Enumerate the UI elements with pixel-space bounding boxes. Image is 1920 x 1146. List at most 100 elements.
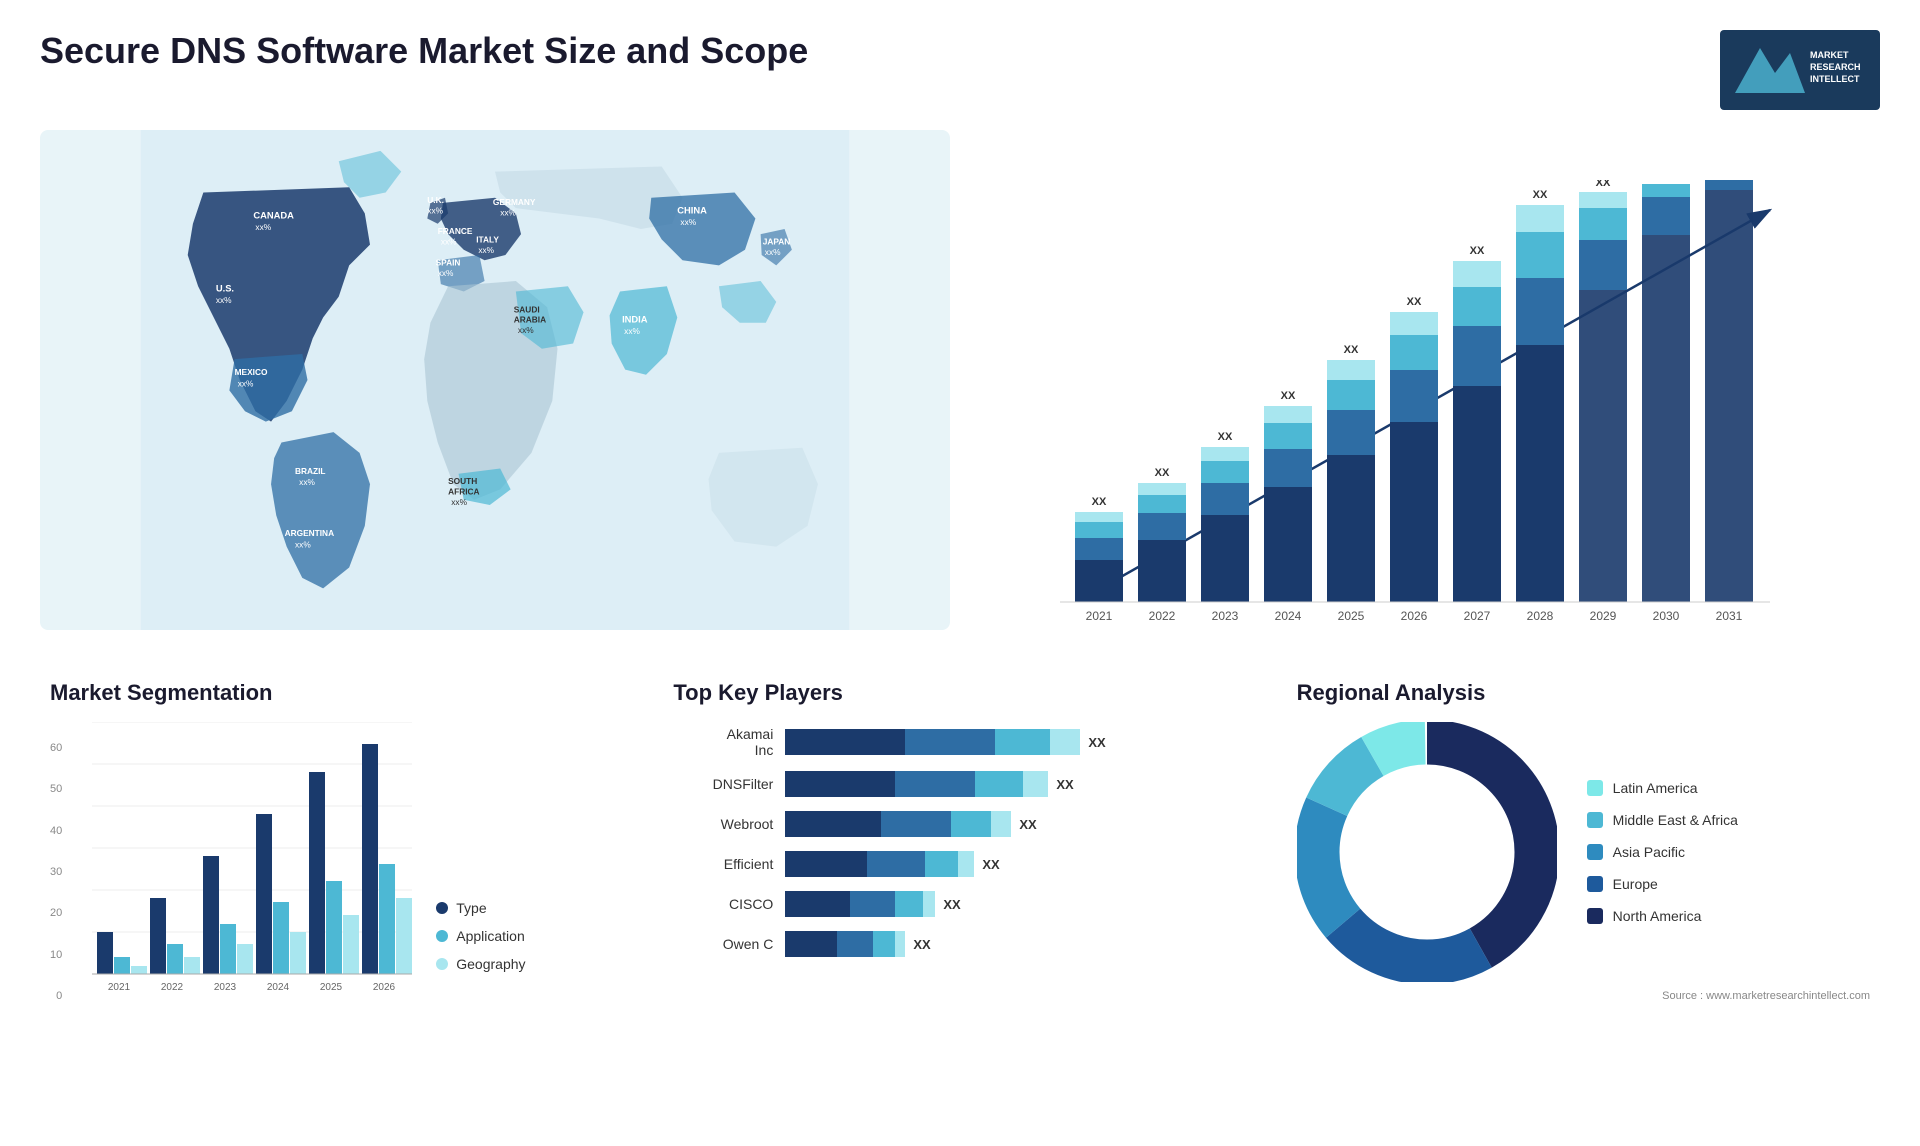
player-row-dnsfilter: DNSFilter XX (673, 770, 1246, 798)
svg-text:SPAIN: SPAIN (436, 257, 461, 267)
svg-text:ARGENTINA: ARGENTINA (285, 528, 335, 538)
regional-section: Regional Analysis (1287, 670, 1880, 1012)
regional-title: Regional Analysis (1297, 680, 1870, 706)
svg-text:XX: XX (1092, 496, 1107, 508)
seg-chart-area: 60 50 40 30 20 10 0 (50, 722, 623, 1002)
bottom-row: Market Segmentation 60 50 40 30 20 10 0 (40, 670, 1880, 1012)
svg-text:RESEARCH: RESEARCH (1810, 62, 1861, 72)
player-row-owenc: Owen C XX (673, 930, 1246, 958)
svg-text:xx%: xx% (765, 247, 781, 257)
reg-legend-europe: Europe (1587, 876, 1738, 892)
players-section: Top Key Players AkamaiInc XX (663, 670, 1256, 1012)
players-title: Top Key Players (673, 680, 1246, 706)
svg-text:U.S.: U.S. (216, 283, 234, 293)
reg-legend-mea: Middle East & Africa (1587, 812, 1738, 828)
svg-text:XX: XX (1281, 390, 1296, 402)
reg-legend-north-america: North America (1587, 908, 1738, 924)
donut-chart (1297, 722, 1557, 982)
svg-text:XX: XX (1344, 344, 1359, 356)
map-section: CANADA xx% U.S. xx% MEXICO xx% BRAZIL xx… (40, 130, 950, 650)
svg-text:2024: 2024 (1275, 609, 1302, 623)
svg-text:2022: 2022 (161, 982, 184, 993)
seg-legend: Type Application Geography (436, 900, 525, 1002)
svg-text:BRAZIL: BRAZIL (295, 466, 326, 476)
svg-text:2022: 2022 (1149, 609, 1176, 623)
logo-area: MARKET RESEARCH INTELLECT (1720, 30, 1880, 110)
svg-text:2031: 2031 (1716, 609, 1743, 623)
seg-y-axis: 60 50 40 30 20 10 0 (50, 742, 68, 1002)
svg-text:xx%: xx% (255, 222, 271, 232)
main-grid: CANADA xx% U.S. xx% MEXICO xx% BRAZIL xx… (40, 130, 1880, 1012)
svg-text:xx%: xx% (478, 245, 494, 255)
svg-text:MARKET: MARKET (1810, 50, 1849, 60)
player-row-efficient: Efficient XX (673, 850, 1246, 878)
svg-text:2025: 2025 (320, 982, 343, 993)
legend-type: Type (436, 900, 525, 916)
logo-box: MARKET RESEARCH INTELLECT (1720, 30, 1880, 110)
svg-text:2030: 2030 (1653, 609, 1680, 623)
legend-dot-type (436, 902, 448, 914)
bar-chart-svg: XX 2021 XX 2022 XX 2023 (990, 180, 1870, 640)
svg-text:2021: 2021 (108, 982, 131, 993)
reg-legend-asia: Asia Pacific (1587, 844, 1738, 860)
segmentation-section: Market Segmentation 60 50 40 30 20 10 0 (40, 670, 633, 1012)
source-text: Source : www.marketresearchintellect.com (1297, 990, 1870, 1002)
legend-application: Application (436, 928, 525, 944)
svg-text:U.K.: U.K. (427, 195, 444, 205)
svg-text:xx%: xx% (427, 205, 443, 215)
svg-text:MEXICO: MEXICO (235, 367, 268, 377)
svg-text:2023: 2023 (214, 982, 237, 993)
world-map-svg: CANADA xx% U.S. xx% MEXICO xx% BRAZIL xx… (40, 130, 950, 630)
svg-text:XX: XX (1470, 245, 1485, 257)
header: Secure DNS Software Market Size and Scop… (40, 30, 1880, 110)
svg-text:2021: 2021 (1086, 609, 1113, 623)
svg-text:AFRICA: AFRICA (448, 487, 479, 497)
svg-text:ITALY: ITALY (476, 235, 499, 245)
reg-legend-latin: Latin America (1587, 780, 1738, 796)
svg-text:2024: 2024 (267, 982, 290, 993)
svg-text:xx%: xx% (624, 326, 640, 336)
svg-text:xx%: xx% (518, 325, 534, 335)
legend-geography: Geography (436, 956, 525, 972)
player-row-webroot: Webroot XX (673, 810, 1246, 838)
donut-svg (1297, 722, 1557, 982)
svg-text:xx%: xx% (441, 237, 457, 247)
regional-legend: Latin America Middle East & Africa Asia … (1587, 780, 1738, 924)
svg-text:2026: 2026 (373, 982, 396, 993)
bar-chart-section: XX 2021 XX 2022 XX 2023 (970, 130, 1880, 650)
svg-text:XX: XX (1596, 180, 1611, 189)
svg-text:XX: XX (1155, 467, 1170, 479)
svg-text:XX: XX (1659, 180, 1674, 183)
svg-text:xx%: xx% (451, 497, 467, 507)
svg-text:xx%: xx% (216, 295, 232, 305)
svg-text:2029: 2029 (1590, 609, 1617, 623)
svg-text:xx%: xx% (299, 477, 315, 487)
svg-text:CANADA: CANADA (253, 211, 294, 221)
svg-text:SOUTH: SOUTH (448, 476, 477, 486)
svg-text:2028: 2028 (1527, 609, 1554, 623)
svg-text:2026: 2026 (1401, 609, 1428, 623)
svg-text:XX: XX (1407, 296, 1422, 308)
players-list: AkamaiInc XX DNSFilter (673, 726, 1246, 958)
svg-text:INDIA: INDIA (622, 315, 648, 325)
page-title: Secure DNS Software Market Size and Scop… (40, 30, 808, 72)
svg-text:XX: XX (1533, 189, 1548, 201)
svg-text:SAUDI: SAUDI (514, 304, 540, 314)
svg-text:xx%: xx% (295, 540, 311, 550)
segmentation-title: Market Segmentation (50, 680, 623, 706)
svg-text:INTELLECT: INTELLECT (1810, 74, 1860, 84)
svg-text:ARABIA: ARABIA (514, 315, 546, 325)
svg-text:JAPAN: JAPAN (763, 237, 791, 247)
svg-text:xx%: xx% (680, 217, 696, 227)
svg-text:xx%: xx% (238, 378, 254, 388)
svg-text:xx%: xx% (500, 207, 516, 217)
regional-content: Latin America Middle East & Africa Asia … (1297, 722, 1870, 982)
svg-text:XX: XX (1218, 431, 1233, 443)
legend-dot-application (436, 930, 448, 942)
svg-text:FRANCE: FRANCE (438, 226, 473, 236)
player-row-akamai: AkamaiInc XX (673, 726, 1246, 758)
seg-bar-svg: 2021 2022 2023 2024 (92, 722, 412, 1002)
legend-dot-geography (436, 958, 448, 970)
svg-text:2027: 2027 (1464, 609, 1491, 623)
svg-text:GERMANY: GERMANY (493, 197, 536, 207)
